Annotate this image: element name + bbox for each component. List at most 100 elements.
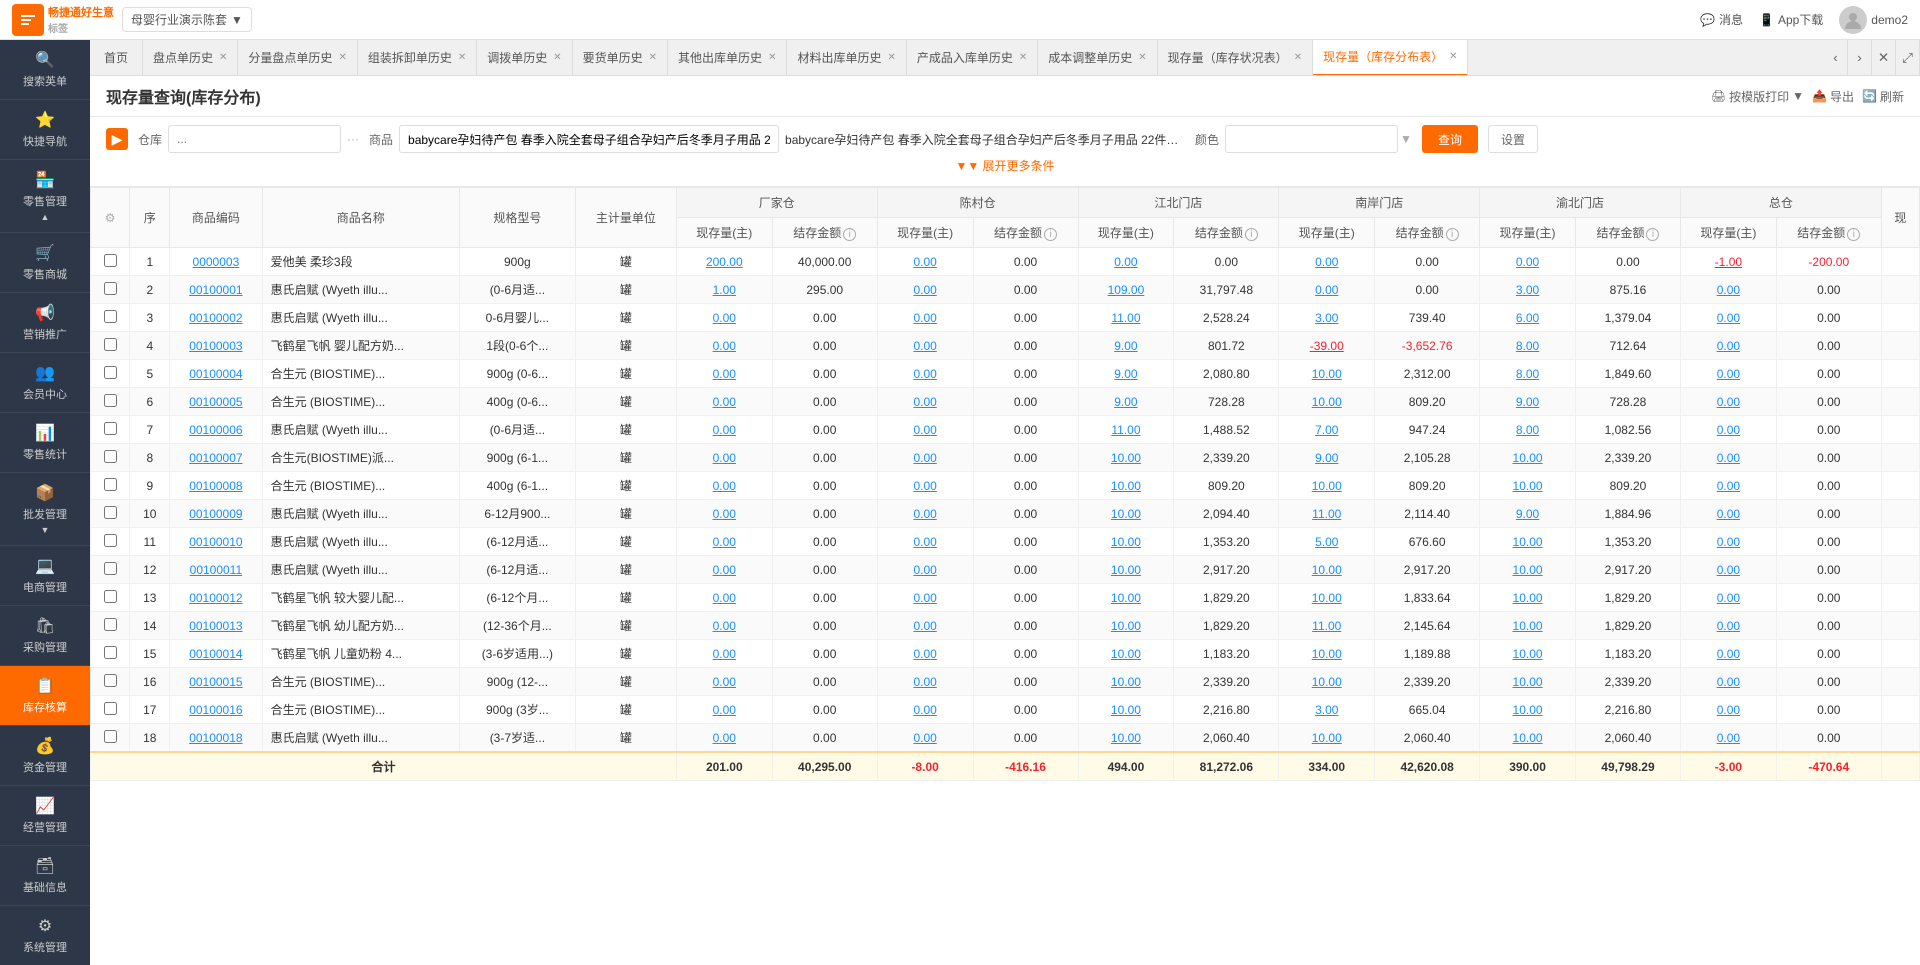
td-tot-stock[interactable]: 0.00 <box>1680 668 1776 696</box>
td-cs-stock[interactable]: 0.00 <box>877 668 973 696</box>
td-na-stock[interactable]: 10.00 <box>1279 472 1375 500</box>
close-tab-icon[interactable]: ✕ <box>458 52 466 63</box>
td-na-stock[interactable]: -39.00 <box>1279 332 1375 360</box>
td-tot-stock[interactable]: 0.00 <box>1680 416 1776 444</box>
tab-cost-adj[interactable]: 成本调整单历史 ✕ <box>1038 40 1157 76</box>
sidebar-item-marketing[interactable]: 📢 营销推广 <box>0 293 90 353</box>
td-yb-stock[interactable]: 10.00 <box>1480 472 1576 500</box>
td-yb-stock[interactable]: 10.00 <box>1480 528 1576 556</box>
close-tab-icon[interactable]: ✕ <box>1019 52 1027 63</box>
td-code[interactable]: 00100014 <box>170 640 262 668</box>
close-tab-icon[interactable]: ✕ <box>553 52 561 63</box>
info-icon[interactable]: i <box>843 228 856 241</box>
td-jb-stock[interactable]: 11.00 <box>1078 304 1174 332</box>
td-jb-stock[interactable]: 10.00 <box>1078 444 1174 472</box>
td-checkbox[interactable] <box>91 584 130 612</box>
tab-expand-btn[interactable]: ⤢ <box>1896 40 1920 76</box>
td-fac-stock[interactable]: 0.00 <box>676 388 772 416</box>
td-tot-stock[interactable]: 0.00 <box>1680 500 1776 528</box>
td-na-stock[interactable]: 9.00 <box>1279 444 1375 472</box>
tab-orders[interactable]: 要货单历史 ✕ <box>573 40 668 76</box>
company-selector[interactable]: 母婴行业演示陈套 ▼ <box>122 7 252 32</box>
tab-product-in[interactable]: 产成品入库单历史 ✕ <box>907 40 1038 76</box>
sidebar-item-shortcuts[interactable]: ⭐ 快捷导航 <box>0 100 90 160</box>
td-cs-stock[interactable]: 0.00 <box>877 696 973 724</box>
filter-toggle-btn[interactable]: ▶ <box>106 128 128 150</box>
td-checkbox[interactable] <box>91 304 130 332</box>
td-jb-stock[interactable]: 9.00 <box>1078 332 1174 360</box>
sidebar-item-system[interactable]: ⚙ 系统管理 <box>0 906 90 965</box>
td-checkbox[interactable] <box>91 668 130 696</box>
sidebar-item-inventory[interactable]: 📋 库存核算 <box>0 666 90 726</box>
color-dropdown-icon[interactable]: ▼ <box>1400 132 1412 146</box>
td-na-stock[interactable]: 10.00 <box>1279 360 1375 388</box>
close-tab-icon[interactable]: ✕ <box>1138 52 1146 63</box>
td-code[interactable]: 00100006 <box>170 416 262 444</box>
td-code[interactable]: 00100011 <box>170 556 262 584</box>
sidebar-item-shop[interactable]: 🛒 零售商城 <box>0 233 90 293</box>
tab-sub-inventory[interactable]: 分量盘点单历史 ✕ <box>238 40 357 76</box>
td-tot-stock[interactable]: 0.00 <box>1680 584 1776 612</box>
td-na-stock[interactable]: 11.00 <box>1279 612 1375 640</box>
close-tab-icon[interactable]: ✕ <box>1449 51 1457 62</box>
td-cs-stock[interactable]: 0.00 <box>877 528 973 556</box>
gear-icon[interactable]: ⚙ <box>105 211 116 225</box>
td-checkbox[interactable] <box>91 360 130 388</box>
td-tot-stock[interactable]: 0.00 <box>1680 612 1776 640</box>
td-cs-stock[interactable]: 0.00 <box>877 332 973 360</box>
td-fac-stock[interactable]: 0.00 <box>676 528 772 556</box>
td-cs-stock[interactable]: 0.00 <box>877 416 973 444</box>
td-checkbox[interactable] <box>91 528 130 556</box>
td-yb-stock[interactable]: 8.00 <box>1480 416 1576 444</box>
td-code[interactable]: 00100005 <box>170 388 262 416</box>
td-jb-stock[interactable]: 10.00 <box>1078 640 1174 668</box>
tab-material-out[interactable]: 材料出库单历史 ✕ <box>787 40 906 76</box>
td-fac-stock[interactable]: 0.00 <box>676 332 772 360</box>
tab-assembly[interactable]: 组装拆卸单历史 ✕ <box>358 40 477 76</box>
td-yb-stock[interactable]: 0.00 <box>1480 248 1576 276</box>
app-download-btn[interactable]: 📱 App下载 <box>1759 11 1823 28</box>
expand-more-btn[interactable]: ▼▼ 展开更多条件 <box>955 157 1054 174</box>
td-yb-stock[interactable]: 10.00 <box>1480 668 1576 696</box>
td-yb-stock[interactable]: 10.00 <box>1480 612 1576 640</box>
warehouse-input[interactable] <box>168 125 341 153</box>
td-jb-stock[interactable]: 10.00 <box>1078 668 1174 696</box>
td-na-stock[interactable]: 10.00 <box>1279 388 1375 416</box>
td-na-stock[interactable]: 10.00 <box>1279 640 1375 668</box>
tab-close-btn[interactable]: ✕ <box>1872 40 1896 76</box>
td-tot-stock[interactable]: 0.00 <box>1680 304 1776 332</box>
td-tot-stock[interactable]: 0.00 <box>1680 276 1776 304</box>
sidebar-item-wholesale[interactable]: 📦 批发管理 ▼ <box>0 473 90 546</box>
td-cs-stock[interactable]: 0.00 <box>877 640 973 668</box>
td-checkbox[interactable] <box>91 444 130 472</box>
td-yb-stock[interactable]: 10.00 <box>1480 640 1576 668</box>
td-jb-stock[interactable]: 10.00 <box>1078 500 1174 528</box>
close-tab-icon[interactable]: ✕ <box>649 52 657 63</box>
td-jb-stock[interactable]: 10.00 <box>1078 724 1174 753</box>
close-tab-icon[interactable]: ✕ <box>768 52 776 63</box>
td-cs-stock[interactable]: 0.00 <box>877 388 973 416</box>
td-checkbox[interactable] <box>91 332 130 360</box>
td-tot-stock[interactable]: 0.00 <box>1680 528 1776 556</box>
td-checkbox[interactable] <box>91 276 130 304</box>
td-tot-stock[interactable]: 0.00 <box>1680 444 1776 472</box>
td-fac-stock[interactable]: 0.00 <box>676 724 772 753</box>
td-code[interactable]: 00100004 <box>170 360 262 388</box>
sidebar-item-retail-stats[interactable]: 📊 零售统计 <box>0 413 90 473</box>
td-code[interactable]: 0000003 <box>170 248 262 276</box>
sidebar-item-ecommerce[interactable]: 💻 电商管理 <box>0 546 90 606</box>
sidebar-item-member[interactable]: 👥 会员中心 <box>0 353 90 413</box>
info-icon[interactable]: i <box>1646 228 1659 241</box>
td-jb-stock[interactable]: 10.00 <box>1078 612 1174 640</box>
td-code[interactable]: 00100007 <box>170 444 262 472</box>
td-tot-stock[interactable]: 0.00 <box>1680 556 1776 584</box>
td-yb-stock[interactable]: 10.00 <box>1480 444 1576 472</box>
td-code[interactable]: 00100002 <box>170 304 262 332</box>
info-icon[interactable]: i <box>1044 228 1057 241</box>
td-checkbox[interactable] <box>91 248 130 276</box>
goods-input[interactable] <box>399 125 779 153</box>
td-jb-stock[interactable]: 11.00 <box>1078 416 1174 444</box>
td-yb-stock[interactable]: 10.00 <box>1480 556 1576 584</box>
tab-prev-btn[interactable]: ‹ <box>1824 40 1848 76</box>
td-code[interactable]: 00100018 <box>170 724 262 753</box>
